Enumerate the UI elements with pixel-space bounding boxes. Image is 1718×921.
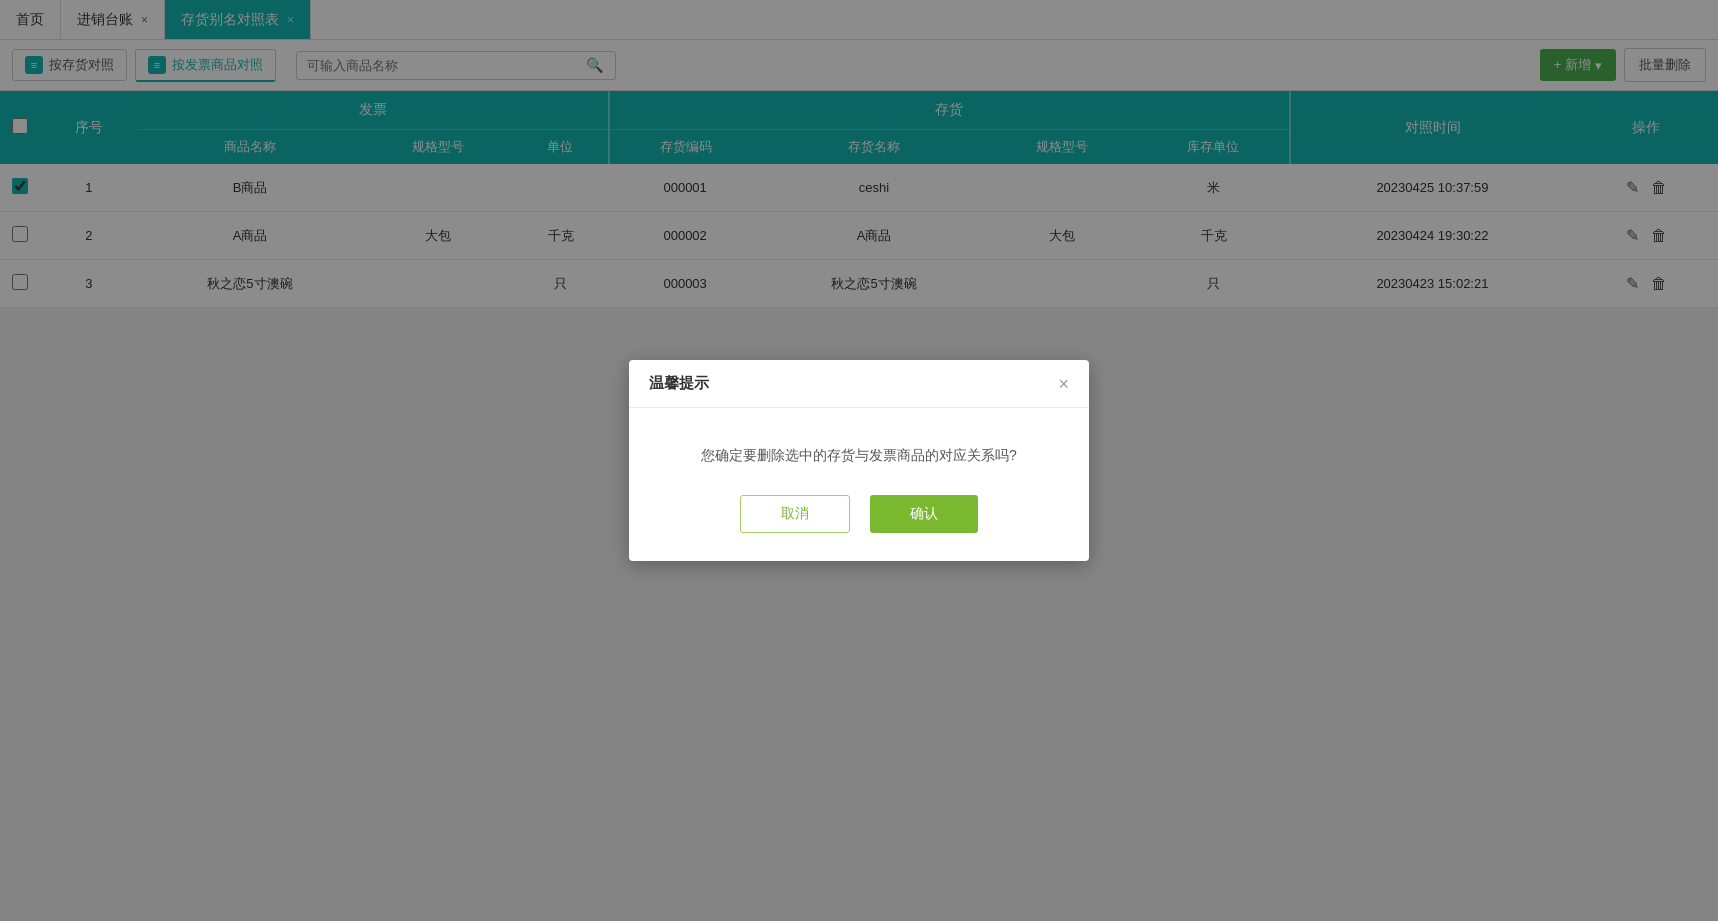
dialog-confirm-button[interactable]: 确认 bbox=[870, 495, 978, 533]
modal-overlay: 温馨提示 × 您确定要删除选中的存货与发票商品的对应关系吗? 取消 确认 bbox=[0, 0, 1718, 921]
dialog-title: 温馨提示 bbox=[649, 374, 709, 393]
dialog-close-button[interactable]: × bbox=[1058, 375, 1069, 393]
dialog: 温馨提示 × 您确定要删除选中的存货与发票商品的对应关系吗? 取消 确认 bbox=[629, 360, 1089, 560]
dialog-message: 您确定要删除选中的存货与发票商品的对应关系吗? bbox=[701, 447, 1017, 463]
dialog-cancel-button[interactable]: 取消 bbox=[740, 495, 850, 533]
dialog-header: 温馨提示 × bbox=[629, 360, 1089, 408]
dialog-footer: 取消 确认 bbox=[629, 495, 1089, 561]
dialog-body: 您确定要删除选中的存货与发票商品的对应关系吗? bbox=[629, 408, 1089, 494]
